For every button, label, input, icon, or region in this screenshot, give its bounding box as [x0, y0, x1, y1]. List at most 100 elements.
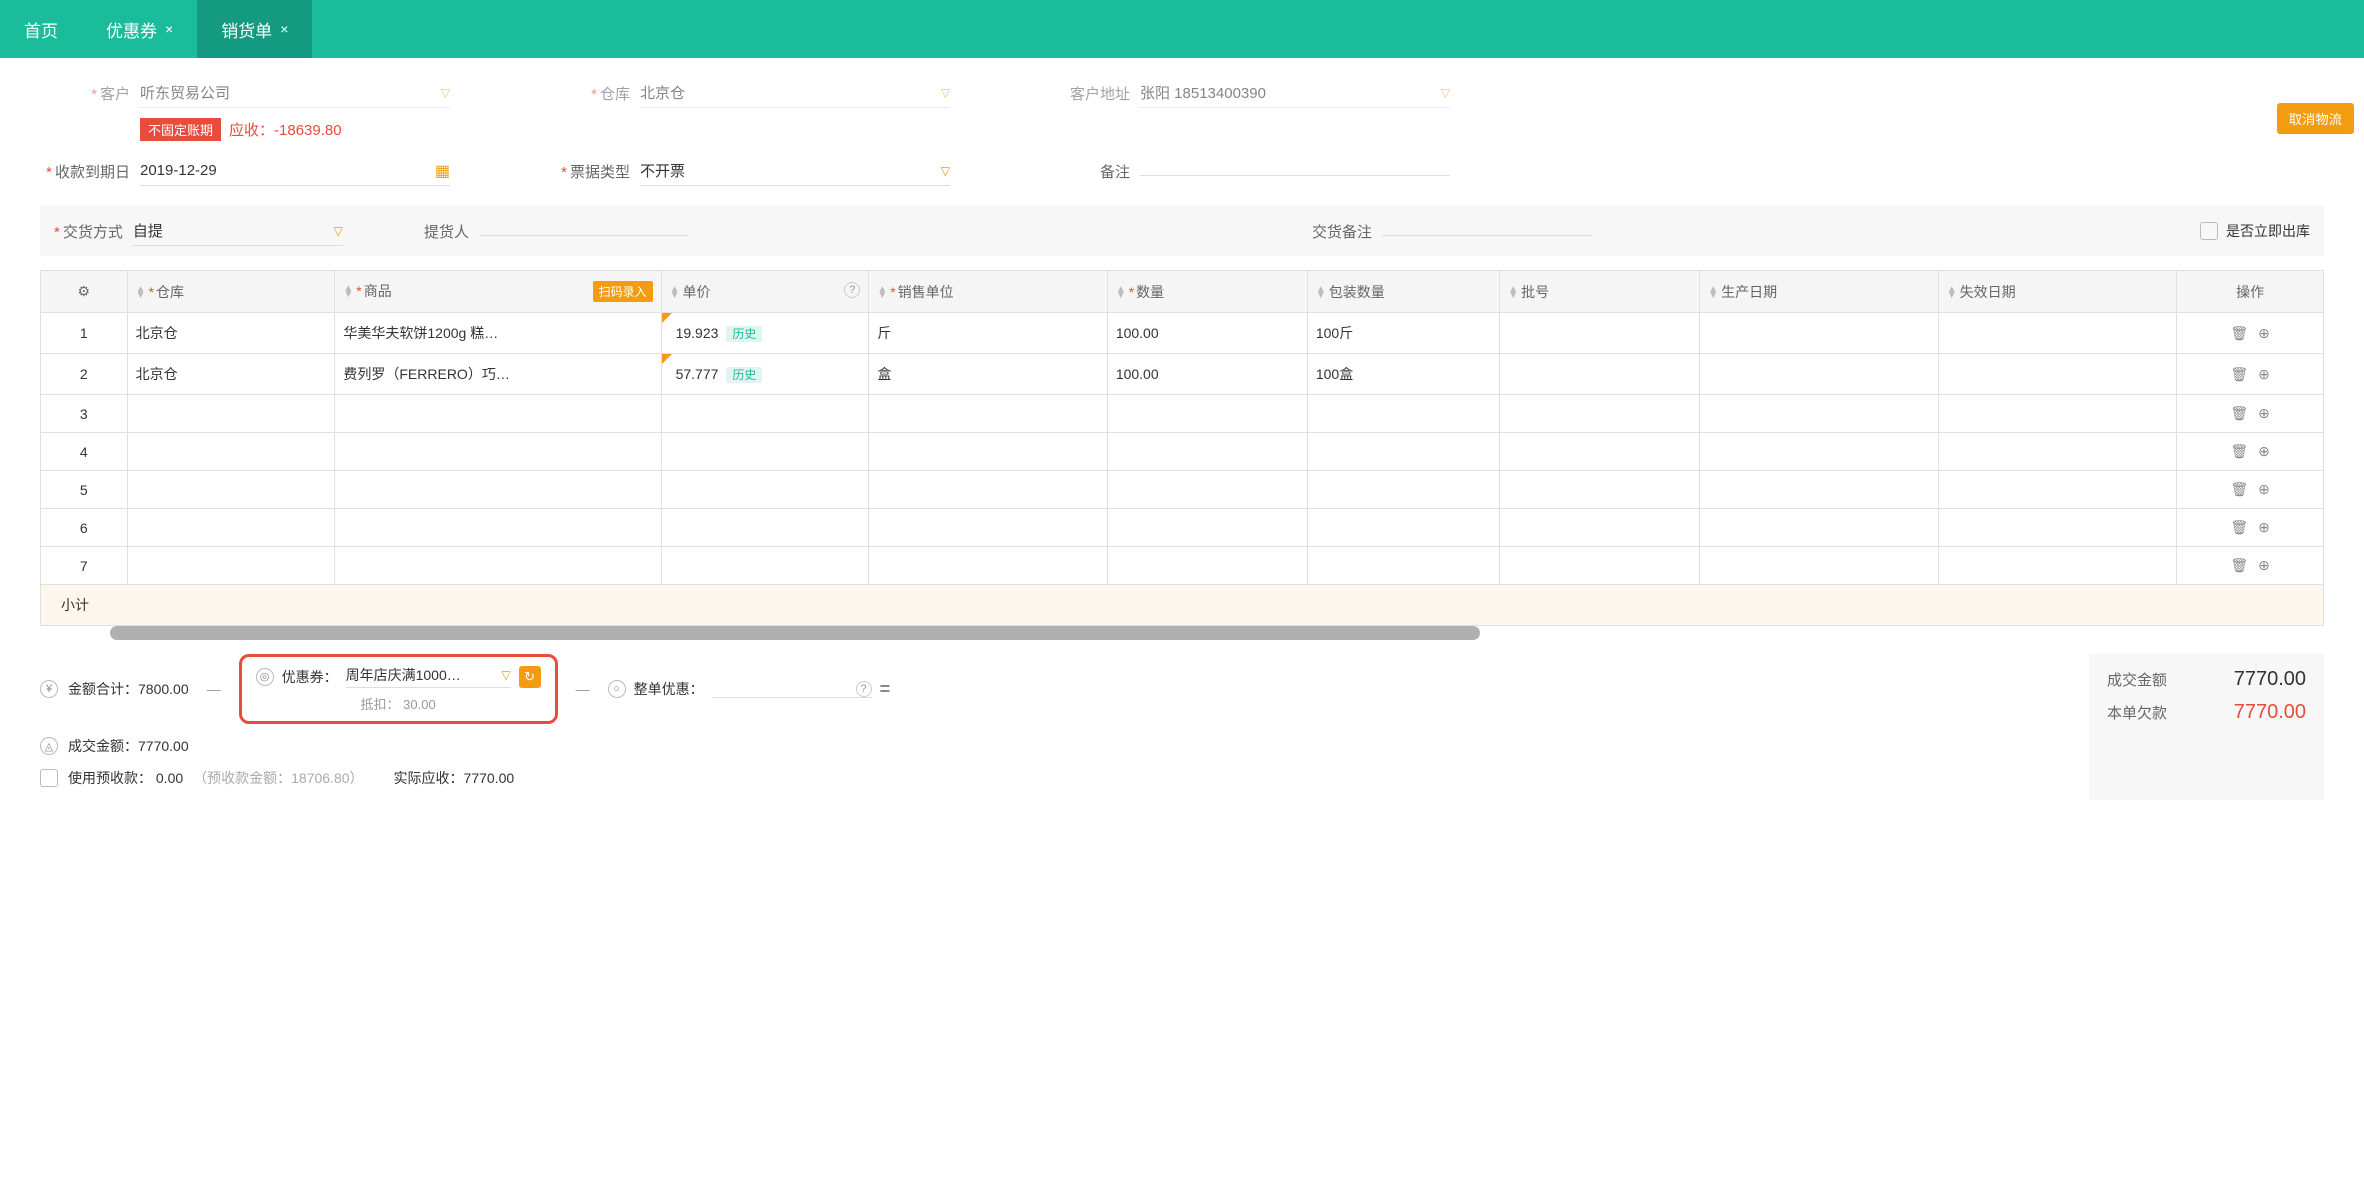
help-icon[interactable]: ?	[844, 282, 860, 298]
table-row[interactable]: 1北京仓华美华夫软饼1200g 糕…19.923 历史斤100.00100斤🗑⊕	[41, 313, 2323, 354]
cell-mfg-date[interactable]	[1700, 471, 1939, 509]
cell-exp-date[interactable]	[1938, 313, 2177, 354]
add-row-icon[interactable]: ⊕	[2258, 405, 2270, 422]
cell-exp-date[interactable]	[1938, 471, 2177, 509]
cell-product[interactable]	[335, 547, 661, 585]
immediate-out-checkbox[interactable]: 是否立即出库	[2200, 221, 2310, 241]
sort-icon[interactable]: ▲▼	[1116, 287, 1126, 299]
close-icon[interactable]: ×	[165, 21, 173, 37]
cell-warehouse[interactable]	[127, 395, 335, 433]
payment-due-input[interactable]: 2019-12-29▦	[140, 157, 450, 186]
cell-sale-unit[interactable]	[869, 509, 1108, 547]
sort-icon[interactable]: ▲▼	[670, 287, 680, 299]
remark-input[interactable]	[1140, 167, 1450, 176]
help-icon[interactable]: ?	[856, 681, 872, 697]
cell-price[interactable]	[661, 547, 869, 585]
add-row-icon[interactable]: ⊕	[2258, 366, 2270, 383]
chevron-down-icon[interactable]: ▽	[1441, 86, 1450, 100]
chevron-down-icon[interactable]: ▽	[501, 668, 510, 682]
cell-batch[interactable]	[1500, 509, 1700, 547]
cell-price[interactable]	[661, 395, 869, 433]
cell-pack-qty[interactable]	[1307, 509, 1499, 547]
cell-batch[interactable]	[1500, 471, 1700, 509]
cell-qty[interactable]: 100.00	[1107, 354, 1307, 395]
gear-column[interactable]: ⚙	[41, 271, 127, 313]
table-row[interactable]: 3🗑⊕	[41, 395, 2323, 433]
invoice-type-select[interactable]: 不开票▽	[640, 156, 950, 186]
sort-icon[interactable]: ▲▼	[1947, 287, 1957, 299]
table-row[interactable]: 6🗑⊕	[41, 509, 2323, 547]
add-row-icon[interactable]: ⊕	[2258, 519, 2270, 536]
cell-qty[interactable]	[1107, 471, 1307, 509]
add-row-icon[interactable]: ⊕	[2258, 481, 2270, 498]
cell-qty[interactable]	[1107, 509, 1307, 547]
sort-icon[interactable]: ▲▼	[1508, 287, 1518, 299]
cell-batch[interactable]	[1500, 547, 1700, 585]
table-row[interactable]: 4🗑⊕	[41, 433, 2323, 471]
cell-qty[interactable]	[1107, 433, 1307, 471]
cell-product[interactable]: 费列罗（FERRERO）巧…	[335, 354, 661, 395]
cell-sale-unit[interactable]	[869, 395, 1108, 433]
add-row-icon[interactable]: ⊕	[2258, 325, 2270, 342]
use-prepay-checkbox[interactable]	[40, 769, 58, 787]
cell-warehouse[interactable]: 北京仓	[127, 313, 335, 354]
cell-product[interactable]	[335, 471, 661, 509]
calendar-icon[interactable]: ▦	[435, 161, 450, 181]
sort-icon[interactable]: ▲▼	[1316, 287, 1326, 299]
cell-qty[interactable]: 100.00	[1107, 313, 1307, 354]
table-row[interactable]: 2北京仓费列罗（FERRERO）巧…57.777 历史盒100.00100盒🗑⊕	[41, 354, 2323, 395]
cell-product[interactable]: 华美华夫软饼1200g 糕…	[335, 313, 661, 354]
cell-exp-date[interactable]	[1938, 433, 2177, 471]
cell-exp-date[interactable]	[1938, 547, 2177, 585]
cell-mfg-date[interactable]	[1700, 509, 1939, 547]
delete-row-icon[interactable]: 🗑	[2230, 325, 2248, 342]
cell-pack-qty[interactable]: 100盒	[1307, 354, 1499, 395]
delete-row-icon[interactable]: 🗑	[2230, 443, 2248, 460]
cell-sale-unit[interactable]	[869, 547, 1108, 585]
cell-sale-unit[interactable]: 斤	[869, 313, 1108, 354]
cell-price[interactable]	[661, 471, 869, 509]
cell-warehouse[interactable]	[127, 433, 335, 471]
delete-row-icon[interactable]: 🗑	[2230, 405, 2248, 422]
tab-sales-order[interactable]: 销货单×	[197, 0, 312, 58]
chevron-down-icon[interactable]: ▽	[441, 86, 450, 100]
cell-qty[interactable]	[1107, 395, 1307, 433]
cell-exp-date[interactable]	[1938, 395, 2177, 433]
cell-price[interactable]	[661, 509, 869, 547]
cell-batch[interactable]	[1500, 395, 1700, 433]
tab-coupon[interactable]: 优惠券×	[82, 0, 197, 58]
add-row-icon[interactable]: ⊕	[2258, 443, 2270, 460]
cell-exp-date[interactable]	[1938, 509, 2177, 547]
cell-mfg-date[interactable]	[1700, 354, 1939, 395]
cell-mfg-date[interactable]	[1700, 547, 1939, 585]
horizontal-scrollbar[interactable]	[40, 626, 2324, 640]
cell-price[interactable]: 57.777 历史	[661, 354, 869, 395]
cell-pack-qty[interactable]	[1307, 471, 1499, 509]
cell-warehouse[interactable]: 北京仓	[127, 354, 335, 395]
cell-price[interactable]: 19.923 历史	[661, 313, 869, 354]
cell-mfg-date[interactable]	[1700, 433, 1939, 471]
cell-warehouse[interactable]	[127, 509, 335, 547]
cell-batch[interactable]	[1500, 433, 1700, 471]
cell-pack-qty[interactable]	[1307, 395, 1499, 433]
table-row[interactable]: 5🗑⊕	[41, 471, 2323, 509]
cell-batch[interactable]	[1500, 313, 1700, 354]
cell-price[interactable]	[661, 433, 869, 471]
cell-product[interactable]	[335, 433, 661, 471]
delete-row-icon[interactable]: 🗑	[2230, 366, 2248, 383]
chevron-down-icon[interactable]: ▽	[334, 224, 343, 238]
cell-sale-unit[interactable]	[869, 471, 1108, 509]
cell-pack-qty[interactable]	[1307, 547, 1499, 585]
delete-row-icon[interactable]: 🗑	[2230, 481, 2248, 498]
cell-warehouse[interactable]	[127, 547, 335, 585]
cell-sale-unit[interactable]	[869, 433, 1108, 471]
delivery-method-select[interactable]: 自提▽	[133, 216, 343, 246]
cell-warehouse[interactable]	[127, 471, 335, 509]
history-badge[interactable]: 历史	[726, 326, 762, 342]
cell-batch[interactable]	[1500, 354, 1700, 395]
cell-pack-qty[interactable]: 100斤	[1307, 313, 1499, 354]
delete-row-icon[interactable]: 🗑	[2230, 519, 2248, 536]
sort-icon[interactable]: ▲▼	[877, 287, 887, 299]
sort-icon[interactable]: ▲▼	[1708, 287, 1718, 299]
cell-qty[interactable]	[1107, 547, 1307, 585]
